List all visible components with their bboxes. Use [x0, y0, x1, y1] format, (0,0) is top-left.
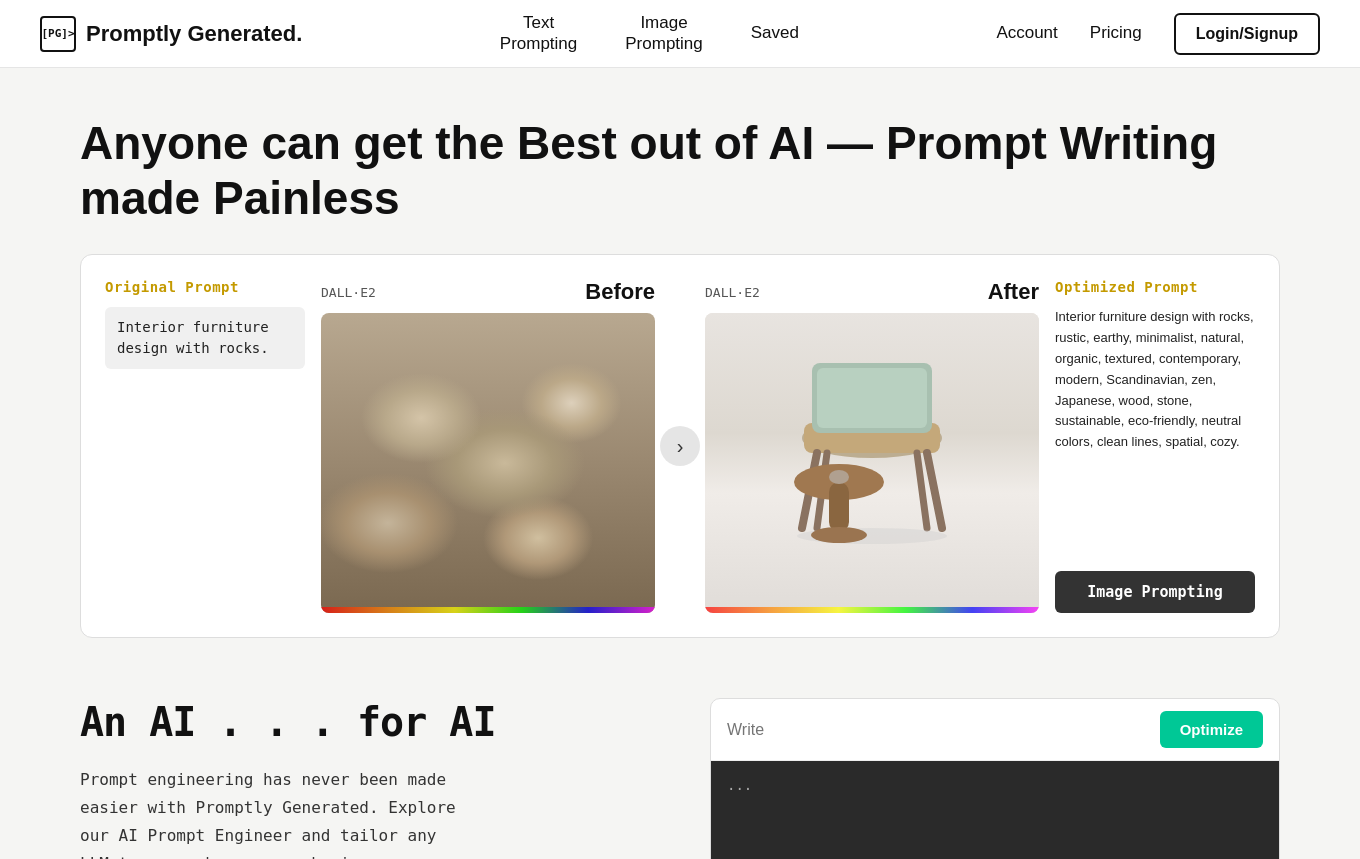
nav-links: Text Prompting Image Prompting Saved: [500, 13, 799, 54]
original-prompt-text: Interior furniture design with rocks.: [105, 307, 305, 369]
svg-rect-10: [829, 482, 849, 532]
prompt-widget: Optimize ...: [710, 698, 1280, 859]
ai-section-title: An AI . . . for AI: [80, 698, 650, 746]
svg-point-12: [829, 470, 849, 484]
login-signup-button[interactable]: Login/Signup: [1174, 13, 1320, 55]
before-image: [321, 313, 655, 613]
after-heading: After: [988, 279, 1039, 305]
table-svg: [789, 457, 889, 547]
main-content: Anyone can get the Best out of AI — Prom…: [0, 68, 1360, 859]
nav-right: Account Pricing Login/Signup: [996, 13, 1320, 55]
rocks-visual: [321, 313, 655, 613]
dall-label-before: DALL·E2: [321, 285, 376, 300]
lower-section: An AI . . . for AI Prompt engineering ha…: [80, 638, 1280, 859]
prompt-output: ...: [711, 761, 1279, 859]
navbar: [PG]> Promptly Generated. Text Prompting…: [0, 0, 1360, 68]
nav-image-prompting[interactable]: Image Prompting: [625, 13, 702, 54]
logo-text: Promptly Generated.: [86, 21, 302, 47]
image-prompting-button[interactable]: Image Prompting: [1055, 571, 1255, 613]
furniture-visual: [705, 313, 1039, 613]
dall-label-after: DALL·E2: [705, 285, 760, 300]
nav-saved[interactable]: Saved: [751, 23, 799, 43]
after-meta: DALL·E2 After: [705, 279, 1039, 305]
optimized-prompt-label: Optimized Prompt: [1055, 279, 1255, 295]
ai-description: Prompt engineering has never been made e…: [80, 766, 650, 859]
svg-rect-3: [817, 368, 927, 428]
optimize-button[interactable]: Optimize: [1160, 711, 1263, 748]
svg-point-11: [811, 527, 867, 543]
before-heading: Before: [585, 279, 655, 305]
chevron-container: ›: [655, 426, 705, 466]
prompt-input[interactable]: [727, 721, 1160, 739]
nav-text-prompting[interactable]: Text Prompting: [500, 13, 577, 54]
lower-right: Optimize ...: [710, 698, 1280, 859]
before-section: DALL·E2 Before: [321, 279, 655, 613]
prompt-input-row: Optimize: [711, 699, 1279, 761]
after-image: [705, 313, 1039, 613]
logo-link[interactable]: [PG]> Promptly Generated.: [40, 16, 302, 52]
logo-icon: [PG]>: [40, 16, 76, 52]
nav-pricing[interactable]: Pricing: [1090, 23, 1142, 43]
hero-title: Anyone can get the Best out of AI — Prom…: [80, 68, 1280, 254]
after-section: DALL·E2 After: [705, 279, 1039, 613]
svg-line-5: [927, 453, 942, 528]
before-meta: DALL·E2 Before: [321, 279, 655, 305]
color-strip-before: [321, 607, 655, 613]
original-prompt-panel: Original Prompt Interior furniture desig…: [105, 279, 305, 613]
nav-account[interactable]: Account: [996, 23, 1057, 43]
original-prompt-label: Original Prompt: [105, 279, 305, 295]
optimized-prompt-text: Interior furniture design with rocks, ru…: [1055, 307, 1255, 559]
next-button[interactable]: ›: [660, 426, 700, 466]
optimized-prompt-panel: Optimized Prompt Interior furniture desi…: [1055, 279, 1255, 613]
comparison-card: Original Prompt Interior furniture desig…: [80, 254, 1280, 638]
lower-left: An AI . . . for AI Prompt engineering ha…: [80, 698, 650, 859]
color-strip-after: [705, 607, 1039, 613]
